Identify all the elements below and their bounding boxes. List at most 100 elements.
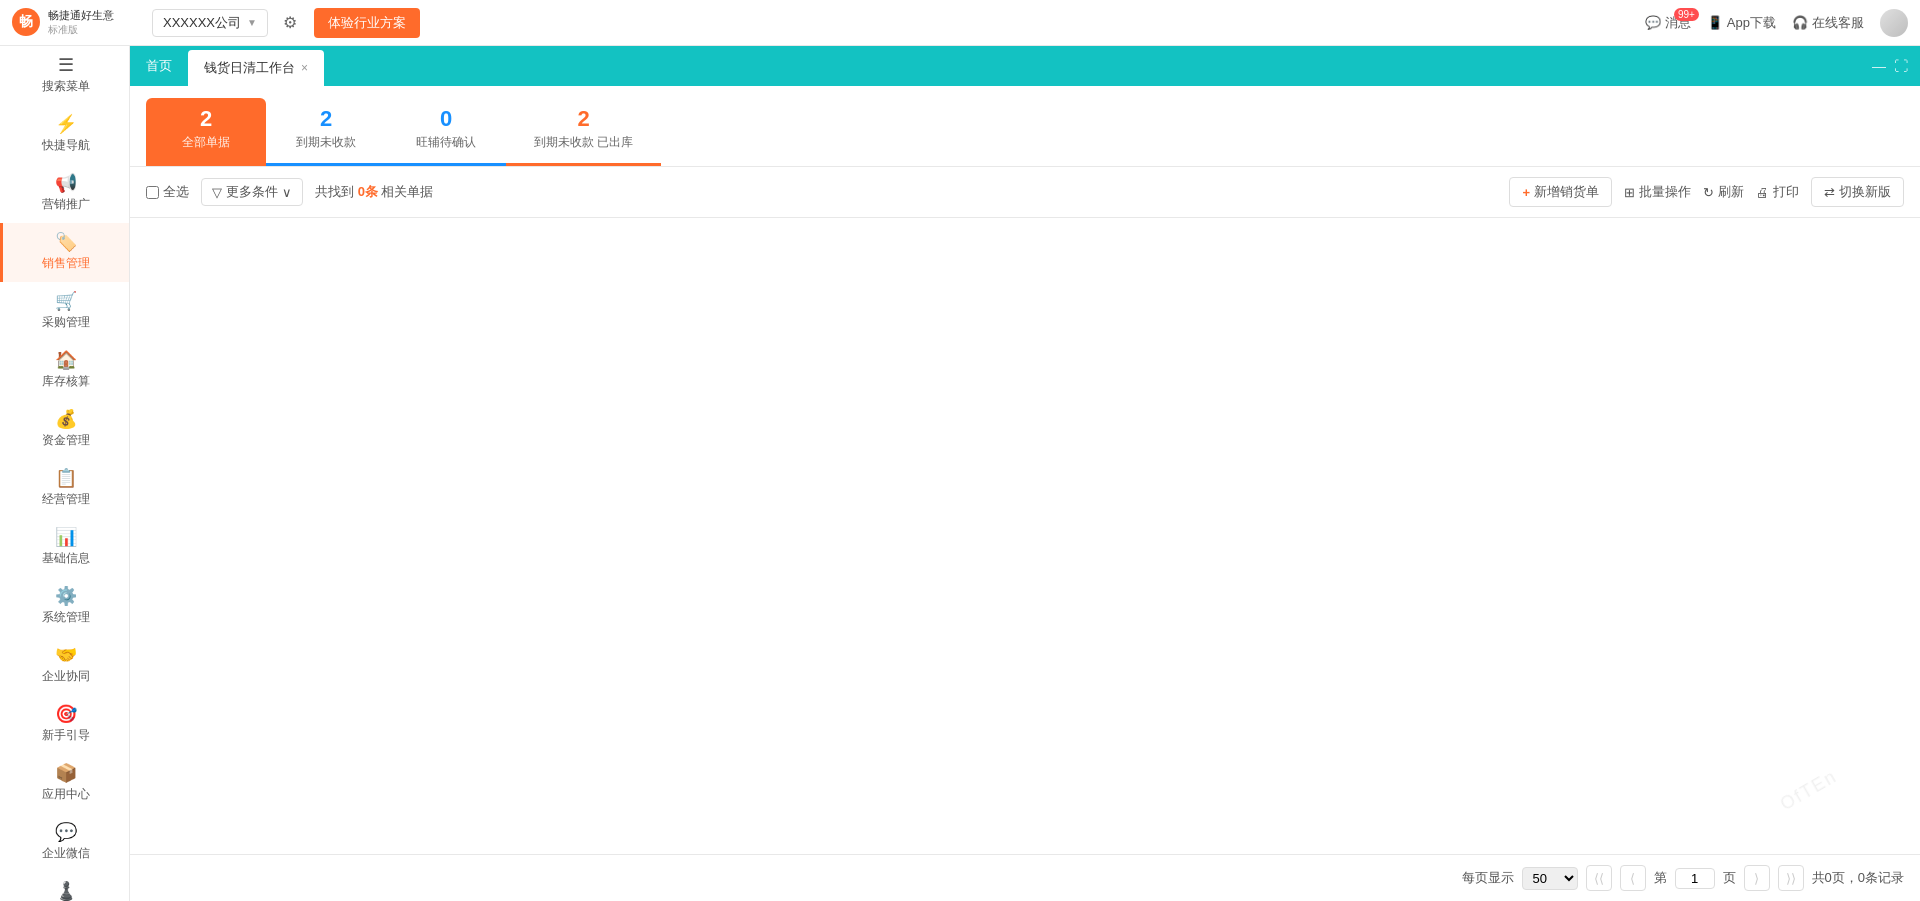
tab-expand-icon[interactable]: ⛶ <box>1894 58 1908 74</box>
add-sales-order-button[interactable]: + 新增销货单 <box>1509 177 1612 207</box>
found-count: 0条 <box>358 184 378 199</box>
stat-tab-0[interactable]: 2 全部单据 <box>146 98 266 166</box>
filter-button[interactable]: ▽ 更多条件 ∨ <box>201 178 303 206</box>
plus-icon: + <box>1522 185 1530 200</box>
chevron-icon: ∨ <box>282 185 292 200</box>
sidebar-item-purchase[interactable]: 🛒 采购管理 <box>0 282 129 341</box>
member-icon: ♟️ <box>55 882 77 900</box>
guide-label: 新手引导 <box>42 727 90 744</box>
sales-label: 销售管理 <box>42 255 90 272</box>
messages-badge: 99+ <box>1674 8 1699 21</box>
sidebar-item-cooperation[interactable]: 🤝 企业协同 <box>0 636 129 695</box>
purchase-icon: 🛒 <box>55 292 77 310</box>
stat-tab-3[interactable]: 2 到期未收款 已出库 <box>506 98 661 166</box>
inventory-label: 库存核算 <box>42 373 90 390</box>
checkbox-input[interactable] <box>146 186 159 199</box>
marketing-icon: 📢 <box>55 174 77 192</box>
company-name: XXXXXX公司 <box>163 14 241 32</box>
stat-label-1: 到期未收款 <box>296 134 356 151</box>
page-prev-btn[interactable]: ⟨ <box>1620 865 1646 891</box>
system-label: 系统管理 <box>42 609 90 626</box>
sidebar-item-member[interactable]: ♟️ 畅会员 <box>0 872 129 901</box>
header-right: 💬 消息 99+ 📱 App下载 🎧 在线客服 <box>1645 9 1908 37</box>
filter-icon: ▽ <box>212 185 222 200</box>
online-support-btn[interactable]: 🎧 在线客服 <box>1792 14 1864 32</box>
avatar[interactable] <box>1880 9 1908 37</box>
print-button[interactable]: 🖨 打印 <box>1756 183 1799 201</box>
sidebar-item-guide[interactable]: 🎯 新手引导 <box>0 695 129 754</box>
refresh-icon: ↻ <box>1703 185 1714 200</box>
page-first-btn[interactable]: ⟨⟨ <box>1586 865 1612 891</box>
wecom-icon: 💬 <box>55 823 77 841</box>
stat-number-3: 2 <box>578 106 590 132</box>
app-name: 畅捷通好生意 <box>48 8 114 22</box>
toolbar-right: + 新增销货单 ⊞ 批量操作 ↻ 刷新 🖨 打印 <box>1509 177 1904 207</box>
page-input[interactable] <box>1675 868 1715 889</box>
search-menu-label: 搜索菜单 <box>42 78 90 95</box>
basic-info-label: 基础信息 <box>42 550 90 567</box>
guide-icon: 🎯 <box>55 705 77 723</box>
finance-icon: 💰 <box>55 410 77 428</box>
app-version: 标准版 <box>48 23 114 37</box>
table-area <box>130 218 1920 854</box>
operations-label: 经营管理 <box>42 491 90 508</box>
stat-label-3: 到期未收款 已出库 <box>534 134 633 151</box>
sidebar-item-inventory[interactable]: 🏠 库存核算 <box>0 341 129 400</box>
page-next-btn[interactable]: ⟩ <box>1744 865 1770 891</box>
main-content: 首页 钱货日清工作台 × — ⛶ 2 全部单据 2 到期未收款 0 旺辅待确认 … <box>130 46 1920 901</box>
tab-close-icon[interactable]: × <box>301 61 308 75</box>
content-area: 2 全部单据 2 到期未收款 0 旺辅待确认 2 到期未收款 已出库 全选 ▽ … <box>130 86 1920 901</box>
total-count: 共0页，0条记录 <box>1812 869 1904 887</box>
refresh-button[interactable]: ↻ 刷新 <box>1703 183 1744 201</box>
batch-operation-button[interactable]: ⊞ 批量操作 <box>1624 183 1691 201</box>
sidebar-item-quick-nav[interactable]: ⚡ 快捷导航 <box>0 105 129 164</box>
tab-bar-right: — ⛶ <box>1872 58 1920 74</box>
company-selector[interactable]: XXXXXX公司 ▼ <box>152 9 268 37</box>
wecom-label: 企业微信 <box>42 845 90 862</box>
logo-icon: 畅 <box>12 8 40 36</box>
select-all-checkbox[interactable]: 全选 <box>146 183 189 201</box>
settings-button[interactable]: ⚙ <box>276 9 304 37</box>
page-size-select[interactable]: 50 100 200 <box>1522 867 1578 890</box>
sales-icon: 🏷️ <box>55 233 77 251</box>
search-menu-icon: ☰ <box>58 56 74 74</box>
sidebar-item-operations[interactable]: 📋 经营管理 <box>0 459 129 518</box>
support-icon: 🎧 <box>1792 15 1808 30</box>
stat-number-1: 2 <box>320 106 332 132</box>
tab-active[interactable]: 钱货日清工作台 × <box>188 50 324 86</box>
sidebar-item-system[interactable]: ⚙️ 系统管理 <box>0 577 129 636</box>
pagination: 每页显示 50 100 200 ⟨⟨ ⟨ 第 页 ⟩ ⟩⟩ 共0页，0条记录 <box>130 854 1920 901</box>
sidebar-item-search-menu[interactable]: ☰ 搜索菜单 <box>0 46 129 105</box>
tab-bar: 首页 钱货日清工作台 × — ⛶ <box>130 46 1920 86</box>
quick-nav-icon: ⚡ <box>55 115 77 133</box>
print-icon: 🖨 <box>1756 185 1769 200</box>
stat-label-0: 全部单据 <box>182 134 230 151</box>
found-text: 共找到 0条 相关单据 <box>315 183 433 201</box>
messages-btn[interactable]: 💬 消息 99+ <box>1645 14 1691 32</box>
sidebar-item-wecom[interactable]: 💬 企业微信 <box>0 813 129 872</box>
experience-btn[interactable]: 体验行业方案 <box>314 8 420 38</box>
toolbar: 全选 ▽ 更多条件 ∨ 共找到 0条 相关单据 + 新增销货单 <box>130 167 1920 218</box>
sidebar-item-sales[interactable]: 🏷️ 销售管理 <box>0 223 129 282</box>
operations-icon: 📋 <box>55 469 77 487</box>
stats-tabs: 2 全部单据 2 到期未收款 0 旺辅待确认 2 到期未收款 已出库 <box>130 86 1920 167</box>
main-layout: ☰ 搜索菜单 ⚡ 快捷导航 📢 营销推广 🏷️ 销售管理 🛒 采购管理 🏠 库存… <box>0 46 1920 901</box>
chevron-down-icon: ▼ <box>247 17 257 28</box>
marketing-label: 营销推广 <box>42 196 90 213</box>
basic-info-icon: 📊 <box>55 528 77 546</box>
avatar-placeholder <box>1880 9 1908 37</box>
tab-minimize-icon[interactable]: — <box>1872 58 1886 74</box>
tab-home[interactable]: 首页 <box>130 46 188 86</box>
finance-label: 资金管理 <box>42 432 90 449</box>
page-last-btn[interactable]: ⟩⟩ <box>1778 865 1804 891</box>
sidebar-item-basic-info[interactable]: 📊 基础信息 <box>0 518 129 577</box>
stat-tab-1[interactable]: 2 到期未收款 <box>266 98 386 166</box>
sidebar-item-marketing[interactable]: 📢 营销推广 <box>0 164 129 223</box>
switch-icon: ⇄ <box>1824 185 1835 200</box>
sidebar-item-finance[interactable]: 💰 资金管理 <box>0 400 129 459</box>
app-center-label: 应用中心 <box>42 786 90 803</box>
stat-tab-2[interactable]: 0 旺辅待确认 <box>386 98 506 166</box>
switch-version-button[interactable]: ⇄ 切换新版 <box>1811 177 1904 207</box>
sidebar-item-app-center[interactable]: 📦 应用中心 <box>0 754 129 813</box>
app-download-btn[interactable]: 📱 App下载 <box>1707 14 1776 32</box>
